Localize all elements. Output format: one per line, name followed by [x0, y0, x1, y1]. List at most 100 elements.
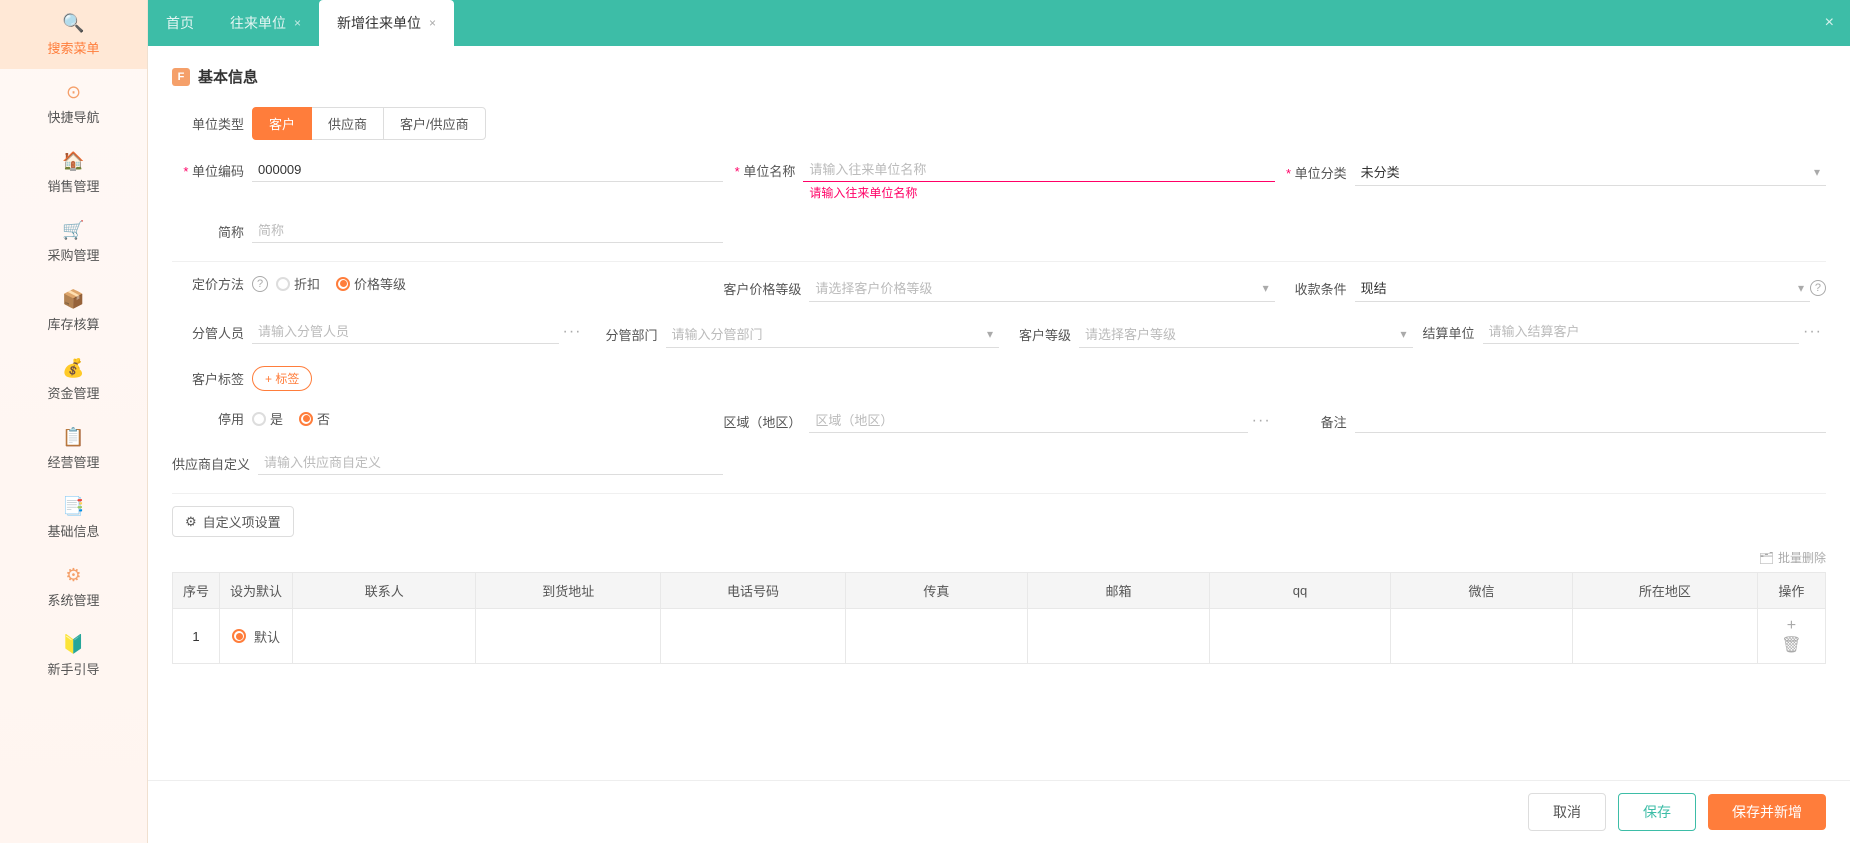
radio-discount-label: 折扣: [294, 274, 320, 293]
sidebar-item-search[interactable]: 🔍 搜索菜单: [0, 0, 147, 69]
radio-yes-circle: [252, 412, 266, 426]
sales-icon: 🏠: [63, 150, 85, 172]
row-fax[interactable]: [845, 609, 1027, 664]
region-table-input[interactable]: [1583, 629, 1747, 644]
department-select[interactable]: 请输入分管部门 ▾: [666, 320, 1000, 348]
sidebar-item-inventory[interactable]: 📦 库存核算: [0, 276, 147, 345]
batch-delete-area: 🗂 批量删除: [172, 549, 1826, 566]
abbr-input[interactable]: [252, 219, 723, 243]
settlement-unit-more-btn[interactable]: ···: [1799, 323, 1826, 341]
operations-icon: 📋: [63, 426, 85, 448]
qq-input[interactable]: [1220, 629, 1380, 644]
custom-settings-label: 自定义项设置: [203, 512, 281, 531]
sidebar-item-label: 快捷导航: [47, 107, 99, 126]
custom-settings-button[interactable]: ⚙ 自定义项设置: [172, 506, 294, 537]
row-address[interactable]: [476, 609, 661, 664]
supplier-custom-input[interactable]: [258, 451, 723, 475]
radio-no-circle: [299, 412, 313, 426]
pricing-row: 定价方法 ? 折扣 价格等级 客户价格等级 请选择客户价格等级: [172, 274, 1826, 302]
tab-partners[interactable]: 往来单位 ×: [212, 0, 319, 46]
add-tag-button[interactable]: + 标签: [252, 366, 312, 391]
row-region[interactable]: [1573, 609, 1758, 664]
settlement-unit-input[interactable]: [1483, 320, 1800, 344]
customer-level-select[interactable]: 请选择客户等级 ▾: [1079, 320, 1413, 348]
tab-new-partner[interactable]: 新增往来单位 ×: [319, 0, 454, 46]
close-all-tabs[interactable]: ×: [1809, 14, 1850, 32]
add-row-button[interactable]: +: [1783, 617, 1800, 634]
payment-terms-select[interactable]: 现结 ▾: [1355, 274, 1810, 302]
save-new-button[interactable]: 保存并新增: [1708, 794, 1826, 830]
sidebar-item-system[interactable]: ⚙ 系统管理: [0, 552, 147, 621]
col-contact: 联系人: [293, 573, 476, 609]
row-default-checkbox: 默认: [220, 609, 293, 664]
radio-discount[interactable]: 折扣: [276, 274, 320, 293]
payment-terms-help-icon[interactable]: ?: [1810, 280, 1826, 296]
inventory-icon: 📦: [63, 288, 85, 310]
radio-price-level-label: 价格等级: [354, 274, 406, 293]
manager-input[interactable]: [252, 320, 559, 344]
sidebar-item-finance[interactable]: 💰 资金管理: [0, 345, 147, 414]
row-default-label: 默认: [254, 627, 280, 646]
payment-terms-field: 收款条件 现结 ▾ ?: [1275, 274, 1826, 302]
sidebar-item-label: 资金管理: [47, 383, 99, 402]
pricing-method-field: 定价方法 ? 折扣 价格等级: [172, 274, 723, 293]
region-field: 区域（地区） ···: [723, 409, 1274, 433]
sidebar-item-label: 系统管理: [47, 590, 99, 609]
radio-yes[interactable]: 是: [252, 409, 283, 428]
email-input[interactable]: [1038, 629, 1199, 644]
pricing-help-icon[interactable]: ?: [252, 276, 268, 292]
system-icon: ⚙: [63, 564, 85, 586]
unit-type-supplier[interactable]: 供应商: [311, 107, 384, 140]
save-button[interactable]: 保存: [1618, 793, 1696, 831]
unit-type-customer[interactable]: 客户: [252, 107, 312, 140]
content-area: F 基本信息 单位类型 客户 供应商 客户/供应商 单位编码 单位名称: [148, 46, 1850, 780]
table-header: 序号 设为默认 联系人 到货地址 电话号码 传真 邮箱 qq 微信 所在地区 操…: [173, 573, 1826, 609]
address-input[interactable]: [486, 629, 650, 644]
unit-code-input[interactable]: [252, 158, 723, 182]
unit-type-both[interactable]: 客户/供应商: [383, 107, 486, 140]
batch-delete-label[interactable]: 批量删除: [1778, 549, 1826, 566]
row-email[interactable]: [1027, 609, 1209, 664]
radio-no[interactable]: 否: [299, 409, 330, 428]
row-default-radio[interactable]: 默认: [230, 627, 282, 646]
payment-terms-label: 收款条件: [1275, 279, 1355, 298]
table-row: 1 默认 +: [173, 609, 1826, 664]
row-default-radio-circle: [232, 629, 246, 643]
customer-price-level-select[interactable]: 请选择客户价格等级 ▾: [809, 274, 1274, 302]
sidebar-item-basic-info[interactable]: 📑 基础信息: [0, 483, 147, 552]
customer-price-level-placeholder: 请选择客户价格等级: [815, 278, 932, 297]
cancel-button[interactable]: 取消: [1528, 793, 1606, 831]
sidebar-item-guide[interactable]: 🔰 新手引导: [0, 621, 147, 690]
unit-code-field: 单位编码: [172, 158, 723, 182]
unit-category-select[interactable]: 未分类 ▾: [1355, 158, 1826, 186]
region-input[interactable]: [809, 409, 1247, 433]
unit-name-label: 单位名称: [723, 161, 803, 180]
contact-input[interactable]: [303, 629, 465, 644]
unit-name-input[interactable]: [803, 158, 1274, 182]
region-more-btn[interactable]: ···: [1248, 412, 1275, 430]
tab-new-partner-close[interactable]: ×: [429, 16, 436, 30]
delete-row-button[interactable]: 🗑: [1777, 637, 1805, 654]
remark-input[interactable]: [1355, 409, 1826, 433]
gear-icon: ⚙: [185, 514, 197, 530]
row-qq[interactable]: [1210, 609, 1391, 664]
wechat-input[interactable]: [1401, 629, 1562, 644]
phone-input[interactable]: [671, 629, 835, 644]
guide-icon: 🔰: [63, 633, 85, 655]
row-wechat[interactable]: [1390, 609, 1572, 664]
sidebar-item-operations[interactable]: 📋 经营管理: [0, 414, 147, 483]
tab-partners-close[interactable]: ×: [294, 16, 301, 30]
sidebar-item-quick-nav[interactable]: ⊙ 快捷导航: [0, 69, 147, 138]
manager-more-btn[interactable]: ···: [559, 323, 586, 341]
fax-input[interactable]: [856, 629, 1017, 644]
supplier-custom-field: 供应商自定义: [172, 451, 723, 475]
radio-price-level[interactable]: 价格等级: [336, 274, 406, 293]
row-contact[interactable]: [293, 609, 476, 664]
tab-home-label: 首页: [166, 13, 194, 33]
unit-type-label: 单位类型: [172, 114, 252, 133]
sidebar-item-sales[interactable]: 🏠 销售管理: [0, 138, 147, 207]
tab-home[interactable]: 首页: [148, 0, 212, 46]
sidebar-item-purchase[interactable]: 🛒 采购管理: [0, 207, 147, 276]
section-icon: F: [172, 68, 190, 86]
row-phone[interactable]: [661, 609, 846, 664]
